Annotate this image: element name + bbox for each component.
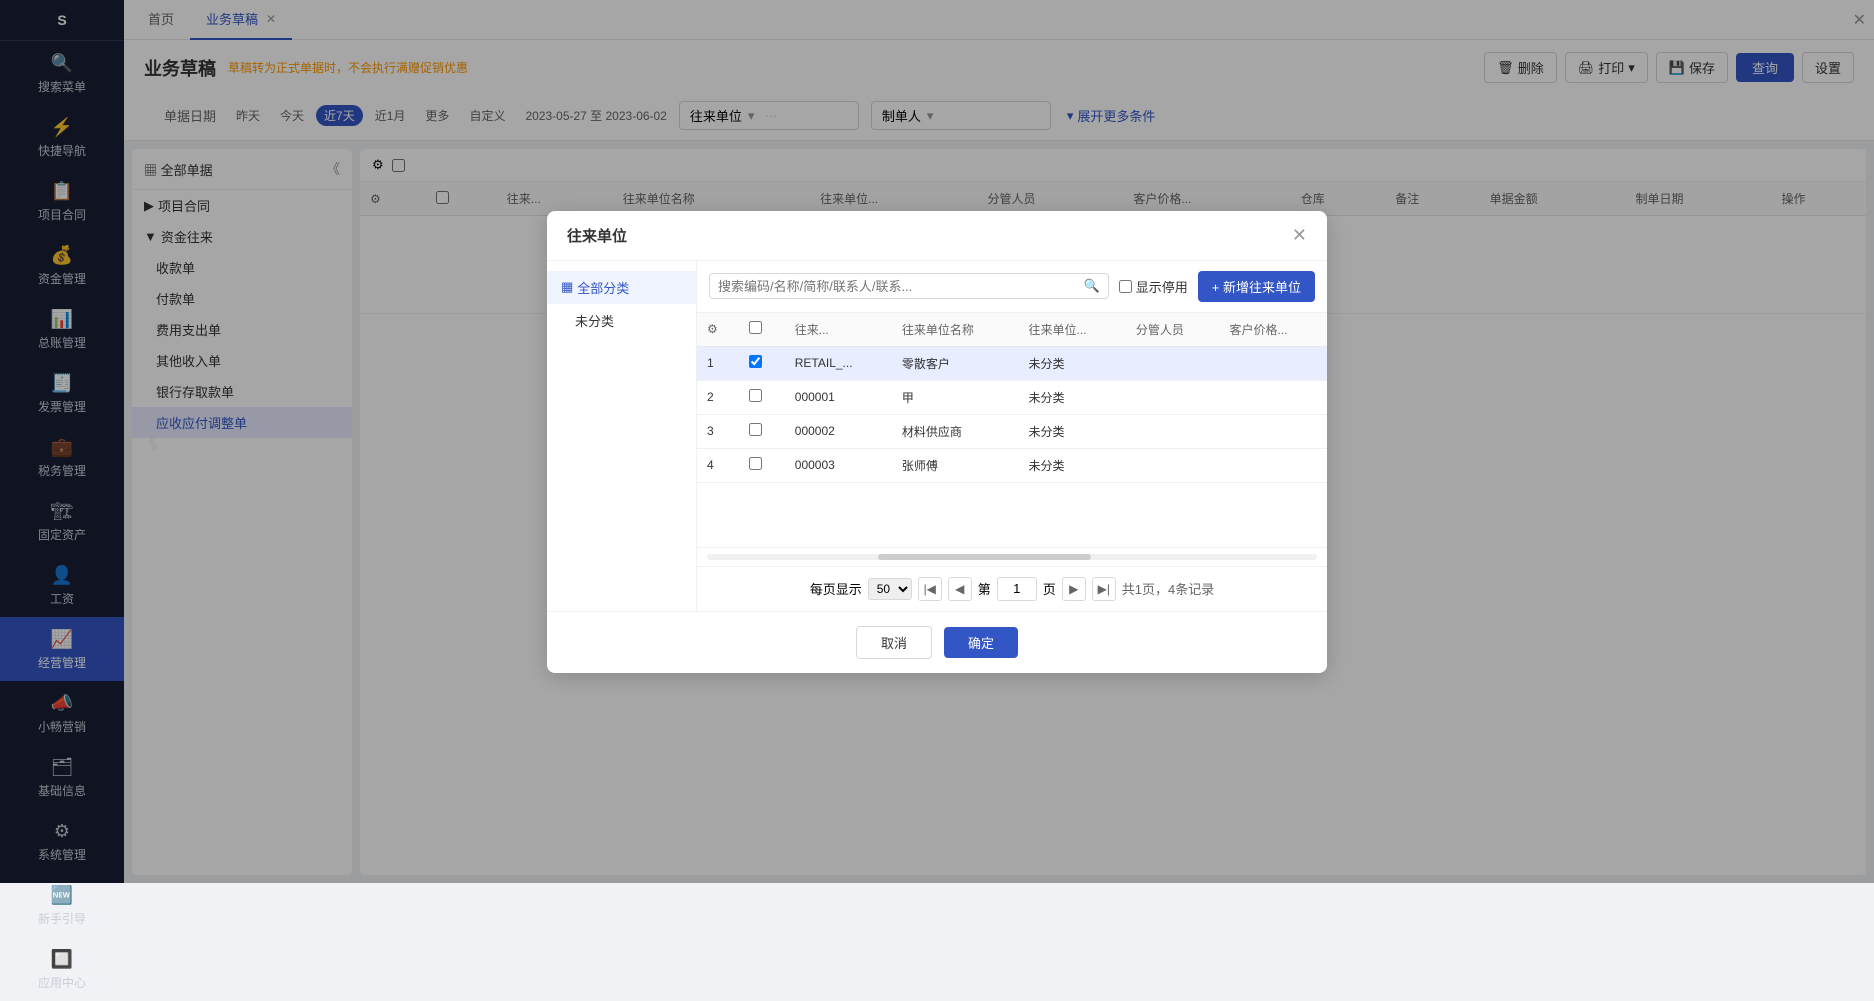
- row-code: 000001: [785, 380, 892, 414]
- modal-col-manager: 分管人员: [1126, 313, 1220, 347]
- modal-select-all[interactable]: [749, 321, 762, 334]
- apps-icon: 🔲: [51, 949, 73, 970]
- modal-table-row[interactable]: 1 RETAIL_... 零散客户 未分类: [697, 346, 1327, 380]
- row-index: 4: [697, 448, 739, 482]
- show-disabled-checkbox[interactable]: [1119, 280, 1132, 293]
- row-price-cat: [1220, 346, 1327, 380]
- total-info: 共1页，4条记录: [1122, 579, 1214, 598]
- modal-col-code: 往来...: [785, 313, 892, 347]
- modal-search-input[interactable]: [718, 279, 1078, 294]
- row-name: 材料供应商: [892, 414, 1019, 448]
- modal-tree-all[interactable]: ▦ 全部分类: [547, 271, 696, 304]
- next-page-button[interactable]: ▶: [1062, 577, 1086, 601]
- modal-table-row[interactable]: 3 000002 材料供应商 未分类: [697, 414, 1327, 448]
- show-disabled-text: 显示停用: [1136, 277, 1188, 296]
- row-category: 未分类: [1019, 414, 1126, 448]
- row-name: 零散客户: [892, 346, 1019, 380]
- row-price-cat: [1220, 448, 1327, 482]
- search-icon: 🔍: [1084, 278, 1100, 294]
- modal-title: 往来单位: [567, 225, 627, 246]
- row-category: 未分类: [1019, 448, 1126, 482]
- row-index: 3: [697, 414, 739, 448]
- row-code: 000002: [785, 414, 892, 448]
- page-suffix: 页: [1043, 579, 1056, 598]
- modal-col-price: 客户价格...: [1220, 313, 1327, 347]
- row-category: 未分类: [1019, 346, 1126, 380]
- last-page-button[interactable]: ▶|: [1092, 577, 1116, 601]
- row-price-cat: [1220, 380, 1327, 414]
- row-code: 000003: [785, 448, 892, 482]
- modal-col-settings: ⚙: [697, 313, 739, 347]
- show-disabled-label[interactable]: 显示停用: [1119, 277, 1188, 296]
- confirm-button[interactable]: 确定: [944, 627, 1018, 658]
- modal-table-row[interactable]: 4 000003 张师傅 未分类: [697, 448, 1327, 482]
- modal-body: ▦ 全部分类 未分类 《 🔍: [547, 261, 1327, 611]
- modal-table-row[interactable]: 2 000001 甲 未分类: [697, 380, 1327, 414]
- modal-right-content: 🔍 显示停用 + 新增往来单位 ⚙: [697, 261, 1327, 611]
- modal-tree-uncategorized[interactable]: 未分类: [561, 304, 696, 337]
- row-checkbox[interactable]: [739, 346, 784, 380]
- row-code: RETAIL_...: [785, 346, 892, 380]
- cancel-button[interactable]: 取消: [856, 626, 932, 659]
- modal-col-name: 往来单位名称: [892, 313, 1019, 347]
- sidebar-label-guide: 新手引导: [38, 910, 86, 927]
- modal-pagination: 每页显示 50 |◀ ◀ 第 页 ▶ ▶| 共1页，4条记录: [697, 566, 1327, 611]
- row-name: 张师傅: [892, 448, 1019, 482]
- row-category: 未分类: [1019, 380, 1126, 414]
- grid-icon: ▦: [561, 279, 573, 295]
- row-price-cat: [1220, 414, 1327, 448]
- modal-close-button[interactable]: ✕: [1292, 225, 1307, 246]
- first-page-button[interactable]: |◀: [918, 577, 942, 601]
- modal-category-tree: ▦ 全部分类 未分类 《: [547, 261, 697, 611]
- prev-page-button[interactable]: ◀: [948, 577, 972, 601]
- per-page-select[interactable]: 50: [868, 578, 912, 600]
- page-input[interactable]: [997, 577, 1037, 601]
- per-page-label: 每页显示: [810, 579, 862, 598]
- modal-table-wrap: ⚙ 往来... 往来单位名称 往来单位... 分管人员 客户价格... 1: [697, 313, 1327, 547]
- guide-icon: 🆕: [51, 885, 73, 906]
- modal-search-box[interactable]: 🔍: [709, 273, 1109, 299]
- modal-table: ⚙ 往来... 往来单位名称 往来单位... 分管人员 客户价格... 1: [697, 313, 1327, 483]
- new-partner-button[interactable]: + 新增往来单位: [1198, 271, 1315, 302]
- row-checkbox[interactable]: [739, 380, 784, 414]
- sidebar-item-apps[interactable]: 🔲 应用中心: [0, 937, 124, 1001]
- row-manager: [1126, 414, 1220, 448]
- modal-header: 往来单位 ✕: [547, 211, 1327, 261]
- modal-tree-all-label: 全部分类: [577, 278, 629, 297]
- modal-overlay[interactable]: 往来单位 ✕ ▦ 全部分类 未分类 《: [0, 0, 1874, 883]
- row-index: 1: [697, 346, 739, 380]
- sidebar-label-apps: 应用中心: [38, 974, 86, 991]
- partner-modal: 往来单位 ✕ ▦ 全部分类 未分类 《: [547, 211, 1327, 673]
- row-index: 2: [697, 380, 739, 414]
- modal-footer: 取消 确定: [547, 611, 1327, 673]
- row-manager: [1126, 380, 1220, 414]
- modal-col-category: 往来单位...: [1019, 313, 1126, 347]
- modal-tree-uncat-label: 未分类: [575, 311, 614, 330]
- row-manager: [1126, 448, 1220, 482]
- horizontal-scrollbar[interactable]: [878, 554, 1092, 560]
- row-checkbox[interactable]: [739, 414, 784, 448]
- page-label: 第: [978, 579, 991, 598]
- row-checkbox[interactable]: [739, 448, 784, 482]
- modal-toolbar: 🔍 显示停用 + 新增往来单位: [697, 261, 1327, 313]
- row-name: 甲: [892, 380, 1019, 414]
- row-manager: [1126, 346, 1220, 380]
- modal-col-checkbox: [739, 313, 784, 347]
